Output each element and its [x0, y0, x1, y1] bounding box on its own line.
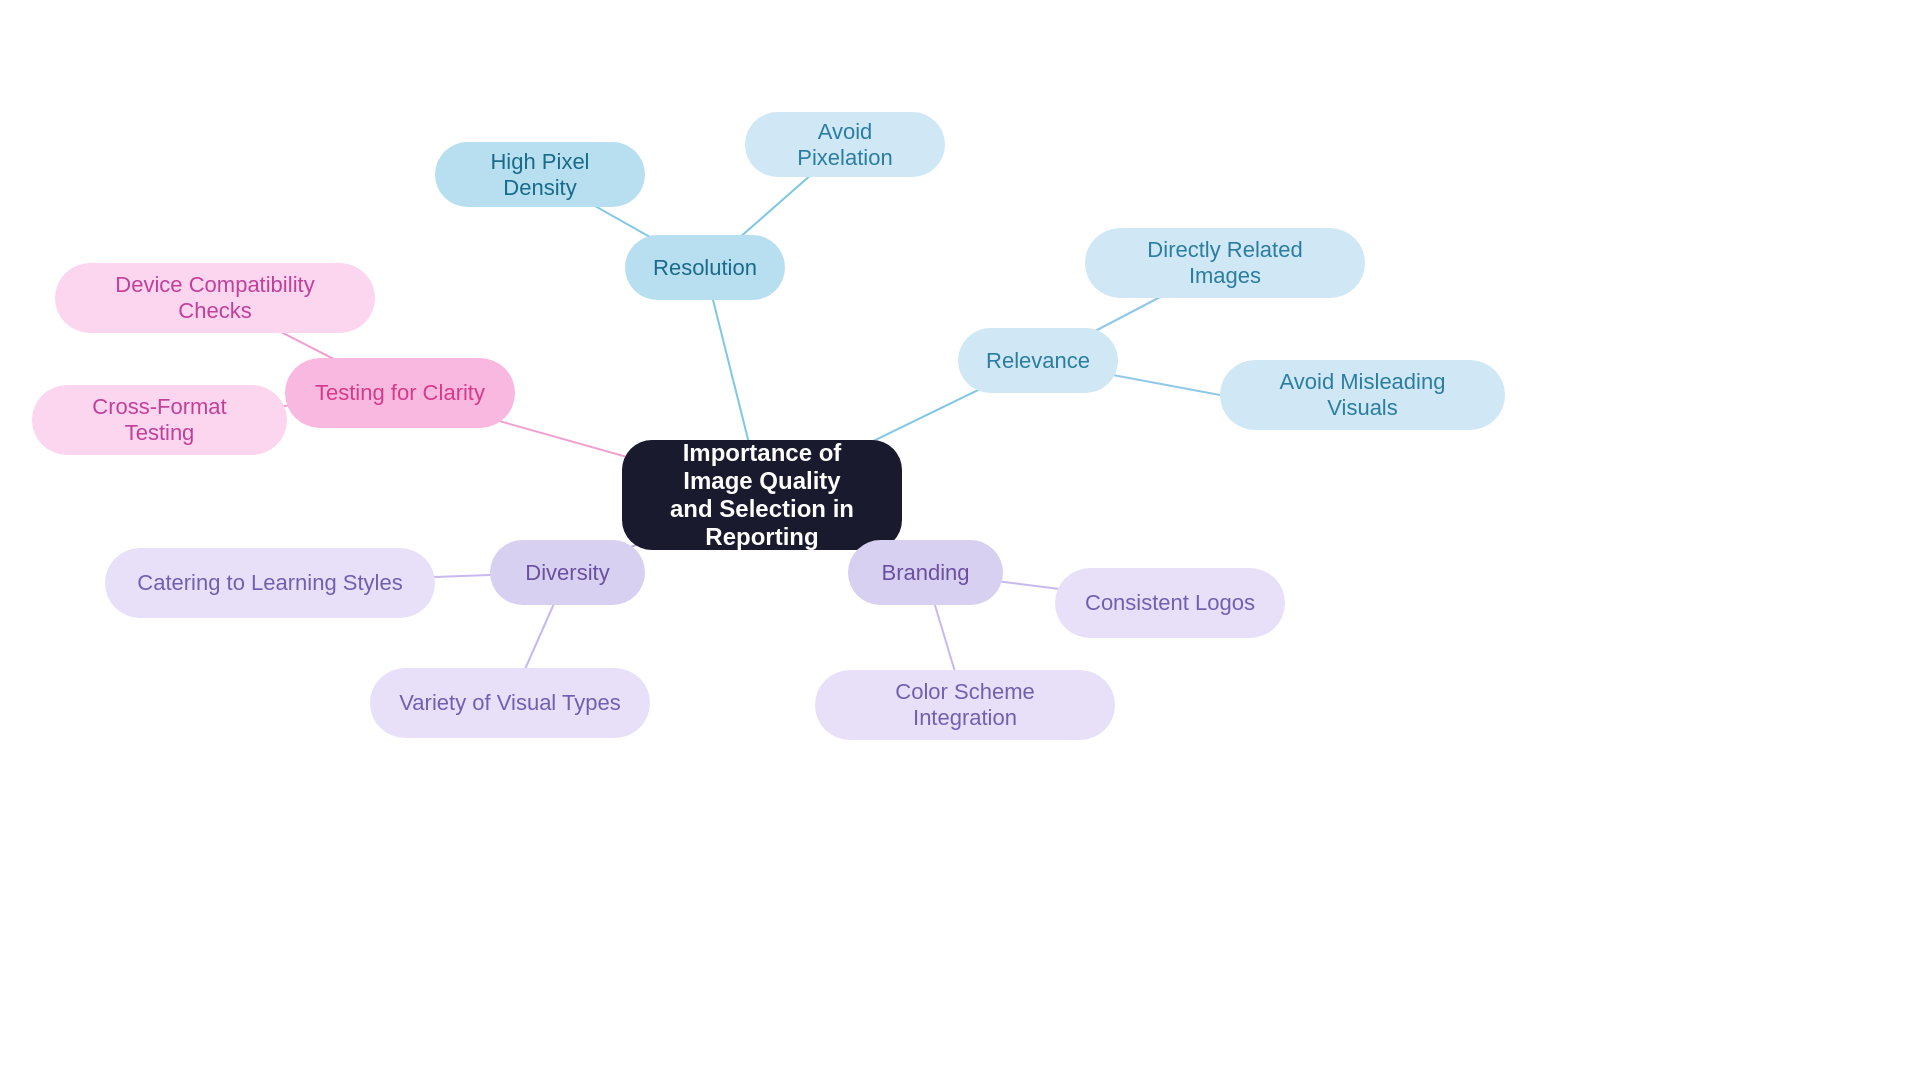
- device-compat-node: Device Compatibility Checks: [55, 263, 375, 333]
- testing-label: Testing for Clarity: [315, 380, 485, 406]
- cross-format-node: Cross-Format Testing: [32, 385, 287, 455]
- avoid-pixelation-node: Avoid Pixelation: [745, 112, 945, 177]
- relevance-node: Relevance: [958, 328, 1118, 393]
- resolution-label: Resolution: [653, 255, 757, 281]
- branding-node: Branding: [848, 540, 1003, 605]
- color-scheme-label: Color Scheme Integration: [843, 679, 1087, 731]
- diversity-label: Diversity: [525, 560, 609, 586]
- high-pixel-node: High Pixel Density: [435, 142, 645, 207]
- avoid-pixelation-label: Avoid Pixelation: [773, 119, 917, 171]
- center-label: Importance of Image Quality and Selectio…: [650, 439, 874, 551]
- center-node: Importance of Image Quality and Selectio…: [622, 440, 902, 550]
- diversity-node: Diversity: [490, 540, 645, 605]
- consistent-logos-label: Consistent Logos: [1085, 590, 1255, 616]
- directly-related-label: Directly Related Images: [1113, 237, 1337, 289]
- resolution-node: Resolution: [625, 235, 785, 300]
- consistent-logos-node: Consistent Logos: [1055, 568, 1285, 638]
- directly-related-node: Directly Related Images: [1085, 228, 1365, 298]
- avoid-misleading-label: Avoid Misleading Visuals: [1248, 369, 1477, 421]
- branding-label: Branding: [881, 560, 969, 586]
- testing-node: Testing for Clarity: [285, 358, 515, 428]
- variety-label: Variety of Visual Types: [399, 690, 620, 716]
- variety-node: Variety of Visual Types: [370, 668, 650, 738]
- catering-node: Catering to Learning Styles: [105, 548, 435, 618]
- cross-format-label: Cross-Format Testing: [60, 394, 259, 446]
- high-pixel-label: High Pixel Density: [463, 149, 617, 201]
- device-compat-label: Device Compatibility Checks: [83, 272, 347, 324]
- catering-label: Catering to Learning Styles: [137, 570, 402, 596]
- avoid-misleading-node: Avoid Misleading Visuals: [1220, 360, 1505, 430]
- relevance-label: Relevance: [986, 348, 1090, 374]
- color-scheme-node: Color Scheme Integration: [815, 670, 1115, 740]
